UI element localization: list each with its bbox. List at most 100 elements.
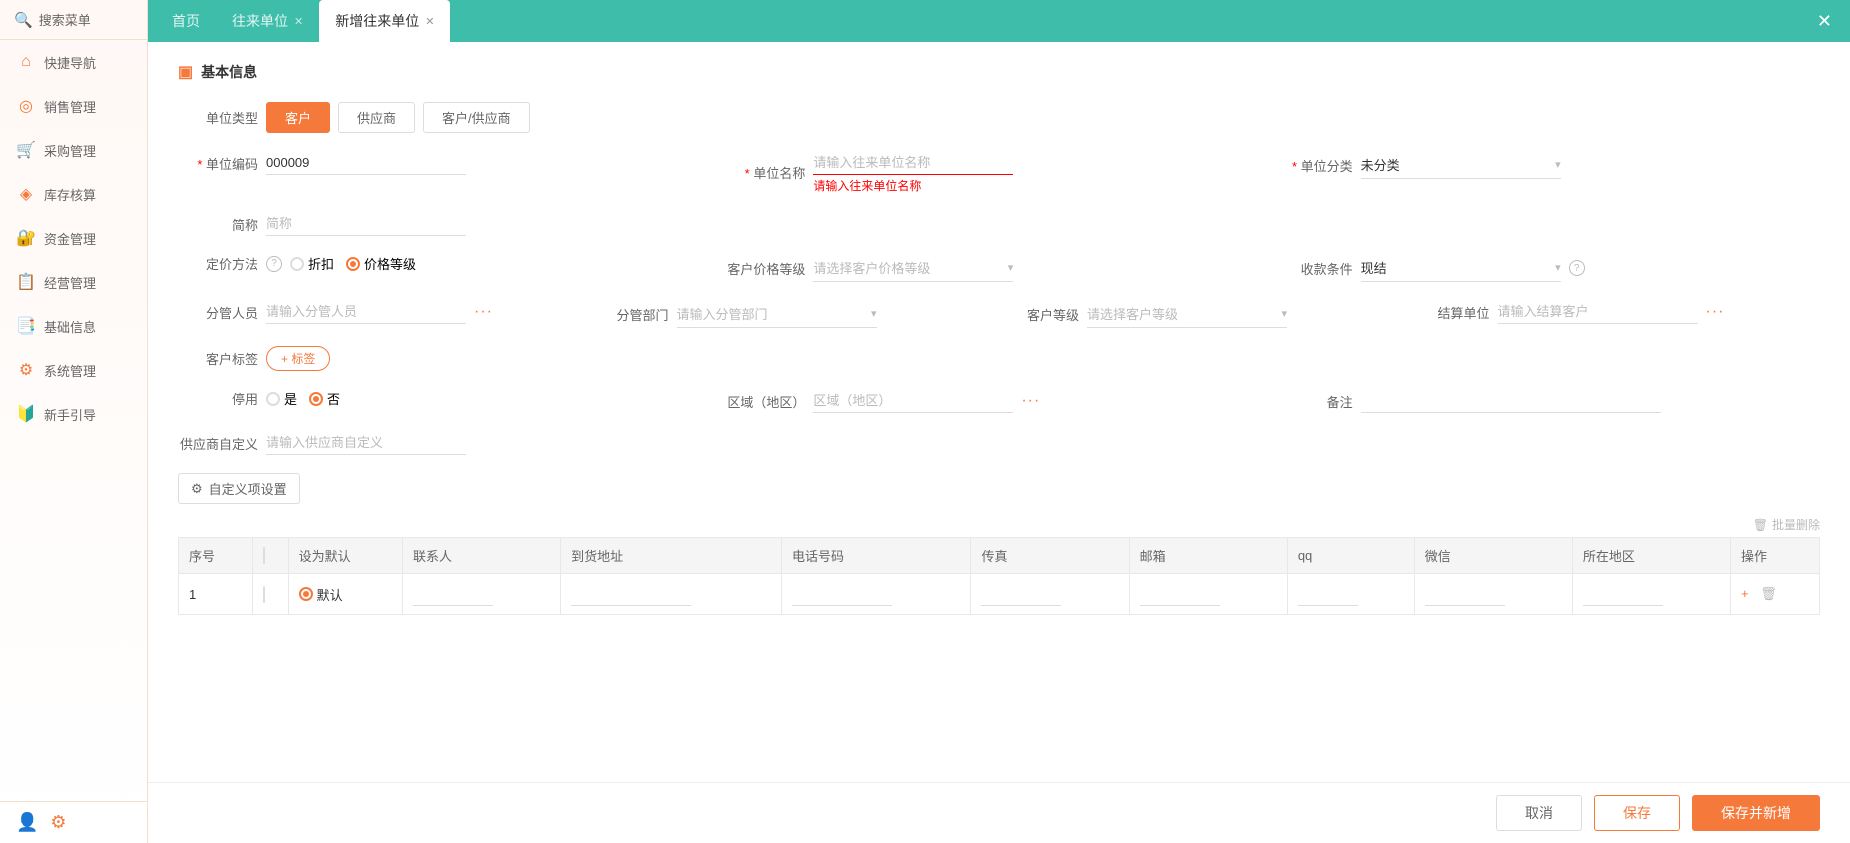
row-phone-input[interactable]: [792, 582, 892, 606]
cancel-button[interactable]: 取消: [1496, 795, 1582, 831]
pricing-level-option[interactable]: 价格等级: [346, 254, 416, 273]
sidebar-item-finance[interactable]: 🔐 资金管理: [0, 216, 147, 260]
customer-level-select[interactable]: 请选择客户等级 ▾: [1087, 300, 1287, 328]
newbie-icon: 🔰: [16, 404, 36, 424]
add-row-button[interactable]: +: [1741, 586, 1749, 601]
region-more-icon[interactable]: ···: [1021, 392, 1040, 410]
dept-select[interactable]: 请输入分管部门 ▾: [677, 300, 877, 328]
tab-partner-list-label: 往来单位: [232, 11, 288, 31]
disabled-yes-option[interactable]: 是: [266, 389, 297, 408]
unit-category-select[interactable]: 未分类 ▾: [1361, 151, 1561, 179]
disabled-radio-group: 是 否: [266, 389, 340, 408]
sidebar-item-quick-nav[interactable]: ⌂ 快捷导航: [0, 40, 147, 84]
batch-delete-area[interactable]: 🗑 批量删除: [178, 516, 1820, 533]
tag-row: 客户标签 + 标签: [178, 346, 1820, 371]
pricing-discount-option[interactable]: 折扣: [290, 254, 334, 273]
sidebar-item-label: 系统管理: [44, 361, 96, 380]
save-new-button[interactable]: 保存并新增: [1692, 795, 1820, 831]
disabled-no-option[interactable]: 否: [309, 389, 340, 408]
sidebar-item-inventory[interactable]: ◈ 库存核算: [0, 172, 147, 216]
save-button[interactable]: 保存: [1594, 795, 1680, 831]
pricing-level-radio[interactable]: [346, 257, 360, 271]
inventory-icon: ◈: [16, 184, 36, 204]
unit-type-group: 客户 供应商 客户/供应商: [266, 102, 530, 133]
region-input[interactable]: [813, 389, 1013, 413]
row-checkbox[interactable]: [263, 586, 265, 603]
supplier-custom-input[interactable]: [266, 431, 466, 455]
tab-home[interactable]: 首页: [156, 0, 216, 42]
manager-more-icon[interactable]: ···: [474, 303, 493, 321]
tab-home-label: 首页: [172, 11, 200, 31]
payment-terms-select[interactable]: 现结 ▾: [1361, 254, 1561, 282]
tag-label: 客户标签: [178, 349, 258, 368]
user-icon[interactable]: 👤: [16, 812, 38, 833]
row-qq-input[interactable]: [1298, 582, 1358, 606]
row-contact-input[interactable]: [413, 582, 493, 606]
sidebar-search[interactable]: 🔍 搜索菜单: [0, 0, 147, 40]
batch-delete-label: 批量删除: [1772, 516, 1820, 533]
type-btn-both[interactable]: 客户/供应商: [423, 102, 530, 133]
tab-new-partner[interactable]: 新增往来单位 ✕: [319, 0, 450, 42]
sidebar-item-operation[interactable]: 📋 经营管理: [0, 260, 147, 304]
customer-price-select[interactable]: 请选择客户价格等级 ▾: [813, 254, 1013, 282]
sidebar-item-purchase[interactable]: 🛒 采购管理: [0, 128, 147, 172]
unit-name-field: 单位名称 请输入往来单位名称: [725, 151, 1272, 194]
tag-field: 客户标签 + 标签: [178, 346, 1820, 371]
add-tag-button[interactable]: + 标签: [266, 346, 330, 371]
unit-code-label: 单位编码: [178, 154, 258, 173]
sidebar-item-label: 采购管理: [44, 141, 96, 160]
unit-type-label: 单位类型: [178, 108, 258, 127]
tab-new-partner-close[interactable]: ✕: [425, 15, 434, 28]
pricing-row: 定价方法 ? 折扣 价格等级 客户价格等级 请选择客户价格等级: [178, 254, 1820, 282]
remark-label: 备注: [1273, 392, 1353, 411]
row-region-input[interactable]: [1583, 582, 1663, 606]
col-address: 到货地址: [561, 538, 782, 574]
pricing-help-icon[interactable]: ?: [266, 256, 282, 272]
settlement-more-icon[interactable]: ···: [1706, 303, 1725, 321]
select-all-checkbox[interactable]: [263, 547, 265, 564]
delete-row-button[interactable]: 🗑: [1760, 586, 1777, 601]
short-name-input[interactable]: [266, 212, 466, 236]
unit-code-row: 单位编码 单位名称 请输入往来单位名称 单位分类 未分类 ▾: [178, 151, 1820, 194]
tab-partner-list[interactable]: 往来单位 ✕: [216, 0, 319, 42]
disabled-no-radio[interactable]: [309, 392, 323, 406]
manager-field: 分管人员 ···: [178, 300, 589, 324]
unit-code-input[interactable]: [266, 151, 466, 175]
row-address-input[interactable]: [571, 582, 691, 606]
unit-name-input[interactable]: [813, 151, 1013, 175]
remark-input[interactable]: [1361, 389, 1661, 413]
row-email-input[interactable]: [1140, 582, 1220, 606]
type-btn-customer[interactable]: 客户: [266, 102, 330, 133]
settings-icon[interactable]: ⚙: [50, 812, 66, 833]
default-radio-icon[interactable]: [299, 587, 313, 601]
row-default-radio[interactable]: 默认: [299, 585, 392, 604]
disabled-yes-radio[interactable]: [266, 392, 280, 406]
row-fax-input[interactable]: [981, 582, 1061, 606]
disabled-yes-label: 是: [284, 389, 297, 408]
payment-help-icon[interactable]: ?: [1569, 260, 1585, 276]
pricing-discount-radio[interactable]: [290, 257, 304, 271]
sidebar-item-label: 库存核算: [44, 185, 96, 204]
region-field: 区域（地区） ···: [725, 389, 1272, 413]
sidebar-item-basic[interactable]: 📑 基础信息: [0, 304, 147, 348]
pricing-discount-label: 折扣: [308, 254, 334, 273]
operation-icon: 📋: [16, 272, 36, 292]
tabbar-close-all[interactable]: ✕: [1807, 11, 1842, 32]
settlement-input[interactable]: [1498, 300, 1698, 324]
sidebar-item-sales[interactable]: ◎ 销售管理: [0, 84, 147, 128]
manager-input[interactable]: [266, 300, 466, 324]
sidebar-item-label: 经营管理: [44, 273, 96, 292]
col-region: 所在地区: [1572, 538, 1730, 574]
sidebar-item-system[interactable]: ⚙ 系统管理: [0, 348, 147, 392]
row-wechat-input[interactable]: [1425, 582, 1505, 606]
unit-category-label: 单位分类: [1273, 156, 1353, 175]
tab-partner-list-close[interactable]: ✕: [294, 15, 303, 28]
sidebar-item-newbie[interactable]: 🔰 新手引导: [0, 392, 147, 436]
dept-placeholder: 请输入分管部门: [677, 300, 871, 327]
supplier-custom-label: 供应商自定义: [178, 434, 258, 453]
purchase-icon: 🛒: [16, 140, 36, 160]
type-btn-supplier[interactable]: 供应商: [338, 102, 415, 133]
custom-settings-button[interactable]: ⚙ 自定义项设置: [178, 473, 300, 504]
sidebar-bottom: 👤 ⚙: [0, 801, 147, 843]
short-name-row: 简称: [178, 212, 1820, 236]
